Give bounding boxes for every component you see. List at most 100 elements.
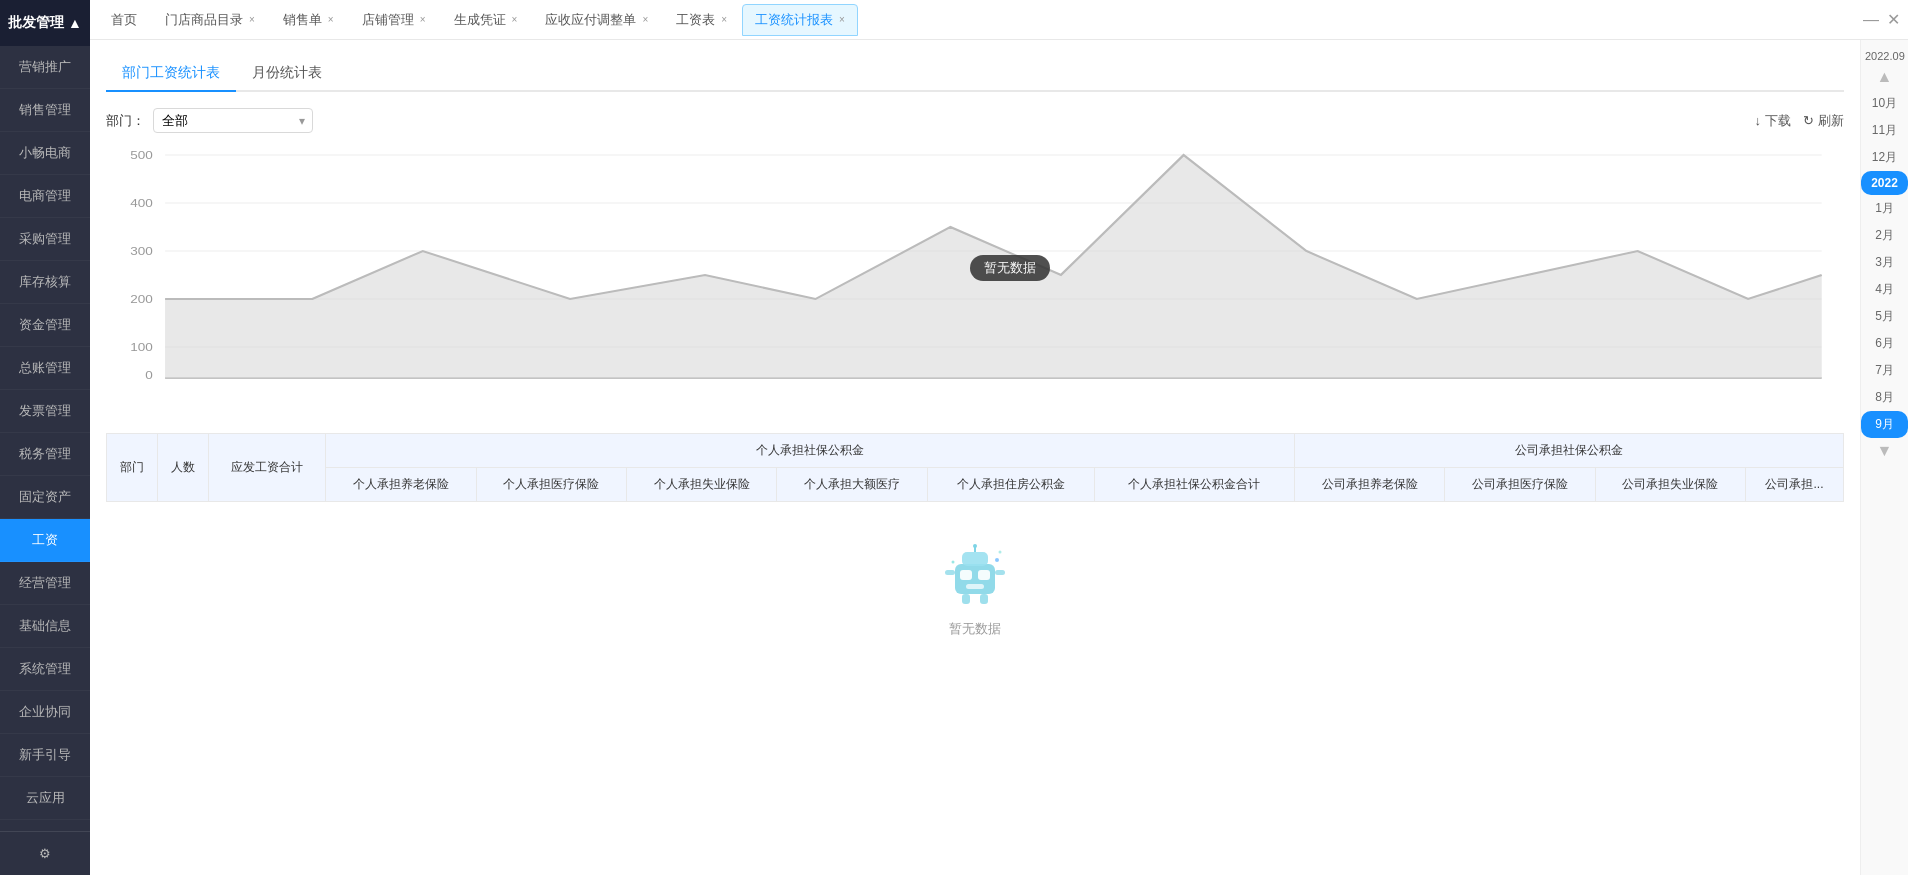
chart-tooltip: 暂无数据	[970, 255, 1050, 281]
sidebar: 批发管理 ▲ 营销推广销售管理小畅电商电商管理采购管理库存核算资金管理总账管理发…	[0, 0, 90, 875]
sub-tab-部门工资统计表[interactable]: 部门工资统计表	[106, 56, 236, 92]
refresh-button[interactable]: ↻ 刷新	[1803, 112, 1844, 130]
tab-店铺管理[interactable]: 店铺管理×	[349, 4, 439, 36]
timeline-item-2022[interactable]: 2022	[1861, 171, 1908, 195]
svg-rect-14	[978, 570, 990, 580]
col-company-pension: 公司承担养老保险	[1294, 468, 1444, 502]
col-company-more: 公司承担...	[1745, 468, 1843, 502]
tab-首页[interactable]: 首页	[98, 4, 150, 36]
window-controls: — ✕	[1863, 10, 1900, 29]
svg-point-25	[999, 551, 1002, 554]
sidebar-item-经营管理[interactable]: 经营管理	[0, 562, 90, 605]
col-personal-housing: 个人承担住房公积金	[927, 468, 1094, 502]
timeline-item-7月[interactable]: 7月	[1861, 357, 1908, 384]
sidebar-header[interactable]: 批发管理 ▲	[0, 0, 90, 46]
sidebar-item-基础信息[interactable]: 基础信息	[0, 605, 90, 648]
tab-close-icon[interactable]: ×	[642, 14, 648, 25]
col-personal-pension: 个人承担养老保险	[326, 468, 476, 502]
content-main: 部门工资统计表月份统计表 部门： 全部 ↓ 下载	[90, 40, 1860, 875]
sidebar-item-小畅电商[interactable]: 小畅电商	[0, 132, 90, 175]
tab-close-icon[interactable]: ×	[512, 14, 518, 25]
svg-text:0: 0	[145, 369, 153, 382]
sidebar-item-企业协同[interactable]: 企业协同	[0, 691, 90, 734]
sub-tabs: 部门工资统计表月份统计表	[106, 56, 1844, 92]
tab-生成凭证[interactable]: 生成凭证×	[441, 4, 531, 36]
svg-point-24	[952, 561, 955, 564]
timeline-item-4月[interactable]: 4月	[1861, 276, 1908, 303]
svg-text:100: 100	[130, 341, 153, 354]
timeline-items: 10月11月12月20221月2月3月4月5月6月7月8月9月	[1861, 90, 1908, 438]
sidebar-item-销售管理[interactable]: 销售管理	[0, 89, 90, 132]
dept-label: 部门：	[106, 112, 145, 130]
download-icon: ↓	[1755, 113, 1762, 128]
tab-门店商品目录[interactable]: 门店商品目录×	[152, 4, 268, 36]
toolbar-right: ↓ 下载 ↻ 刷新	[1755, 112, 1845, 130]
svg-rect-22	[980, 594, 988, 604]
sidebar-item-总账管理[interactable]: 总账管理	[0, 347, 90, 390]
table-area[interactable]: 部门 人数 应发工资合计 个人承担社保公积金 公司承担社保公积金 个人承担养老保…	[106, 433, 1844, 859]
sidebar-item-采购管理[interactable]: 采购管理	[0, 218, 90, 261]
tab-销售单[interactable]: 销售单×	[270, 4, 347, 36]
refresh-label: 刷新	[1818, 112, 1844, 130]
svg-text:500: 500	[130, 149, 153, 162]
content-area: 部门工资统计表月份统计表 部门： 全部 ↓ 下载	[90, 40, 1908, 875]
timeline-item-11月[interactable]: 11月	[1861, 117, 1908, 144]
svg-text:200: 200	[130, 293, 153, 306]
window-minimize-icon[interactable]: —	[1863, 11, 1879, 29]
timeline-down-button[interactable]: ▼	[1861, 438, 1908, 464]
sidebar-items: 营销推广销售管理小畅电商电商管理采购管理库存核算资金管理总账管理发票管理税务管理…	[0, 46, 90, 820]
tab-工资表[interactable]: 工资表×	[663, 4, 740, 36]
timeline-panel: 2022.09 ▲ 10月11月12月20221月2月3月4月5月6月7月8月9…	[1860, 40, 1908, 875]
sidebar-item-税务管理[interactable]: 税务管理	[0, 433, 90, 476]
no-data-container: 暂无数据	[107, 502, 1844, 658]
timeline-item-12月[interactable]: 12月	[1861, 144, 1908, 171]
sidebar-collapse-icon: ▲	[68, 15, 82, 31]
tab-close-icon[interactable]: ×	[328, 14, 334, 25]
window-close-icon[interactable]: ✕	[1887, 10, 1900, 29]
timeline-item-9月[interactable]: 9月	[1861, 411, 1908, 438]
tab-工资统计报表[interactable]: 工资统计报表×	[742, 4, 858, 36]
col-company-group: 公司承担社保公积金	[1294, 434, 1843, 468]
refresh-icon: ↻	[1803, 113, 1814, 128]
sidebar-item-固定资产[interactable]: 固定资产	[0, 476, 90, 519]
col-company-unemployment: 公司承担失业保险	[1595, 468, 1745, 502]
table-row: 暂无数据	[107, 502, 1844, 659]
timeline-up-button[interactable]: ▲	[1861, 64, 1908, 90]
timeline-item-5月[interactable]: 5月	[1861, 303, 1908, 330]
tab-close-icon[interactable]: ×	[249, 14, 255, 25]
timeline-item-6月[interactable]: 6月	[1861, 330, 1908, 357]
svg-text:300: 300	[130, 245, 153, 258]
sidebar-item-电商管理[interactable]: 电商管理	[0, 175, 90, 218]
col-personal-large-medical: 个人承担大额医疗	[777, 468, 927, 502]
sub-tab-月份统计表[interactable]: 月份统计表	[236, 56, 338, 92]
timeline-item-2月[interactable]: 2月	[1861, 222, 1908, 249]
tab-应收应付调整单[interactable]: 应收应付调整单×	[532, 4, 661, 36]
col-salary-total: 应发工资合计	[209, 434, 326, 502]
col-count: 人数	[158, 434, 209, 502]
tab-close-icon[interactable]: ×	[721, 14, 727, 25]
dept-select[interactable]: 全部	[153, 108, 313, 133]
col-personal-group: 个人承担社保公积金	[326, 434, 1294, 468]
tab-close-icon[interactable]: ×	[420, 14, 426, 25]
sidebar-item-云应用[interactable]: 云应用	[0, 777, 90, 820]
download-button[interactable]: ↓ 下载	[1755, 112, 1792, 130]
col-personal-medical: 个人承担医疗保险	[476, 468, 626, 502]
col-personal-unemployment: 个人承担失业保险	[627, 468, 777, 502]
sidebar-item-营销推广[interactable]: 营销推广	[0, 46, 90, 89]
tab-close-icon[interactable]: ×	[839, 14, 845, 25]
sidebar-item-发票管理[interactable]: 发票管理	[0, 390, 90, 433]
sidebar-item-资金管理[interactable]: 资金管理	[0, 304, 90, 347]
timeline-item-8月[interactable]: 8月	[1861, 384, 1908, 411]
table-group-header-row: 部门 人数 应发工资合计 个人承担社保公积金 公司承担社保公积金	[107, 434, 1844, 468]
sidebar-item-库存核算[interactable]: 库存核算	[0, 261, 90, 304]
sidebar-title: 批发管理	[8, 14, 64, 32]
sidebar-item-工资[interactable]: 工资	[0, 519, 90, 562]
timeline-item-10月[interactable]: 10月	[1861, 90, 1908, 117]
timeline-item-3月[interactable]: 3月	[1861, 249, 1908, 276]
no-data-text: 暂无数据	[949, 620, 1001, 638]
sidebar-item-系统管理[interactable]: 系统管理	[0, 648, 90, 691]
tab-items: 首页门店商品目录×销售单×店铺管理×生成凭证×应收应付调整单×工资表×工资统计报…	[98, 4, 858, 36]
sidebar-item-新手引导[interactable]: 新手引导	[0, 734, 90, 777]
sidebar-footer[interactable]: ⚙	[0, 831, 90, 875]
timeline-item-1月[interactable]: 1月	[1861, 195, 1908, 222]
